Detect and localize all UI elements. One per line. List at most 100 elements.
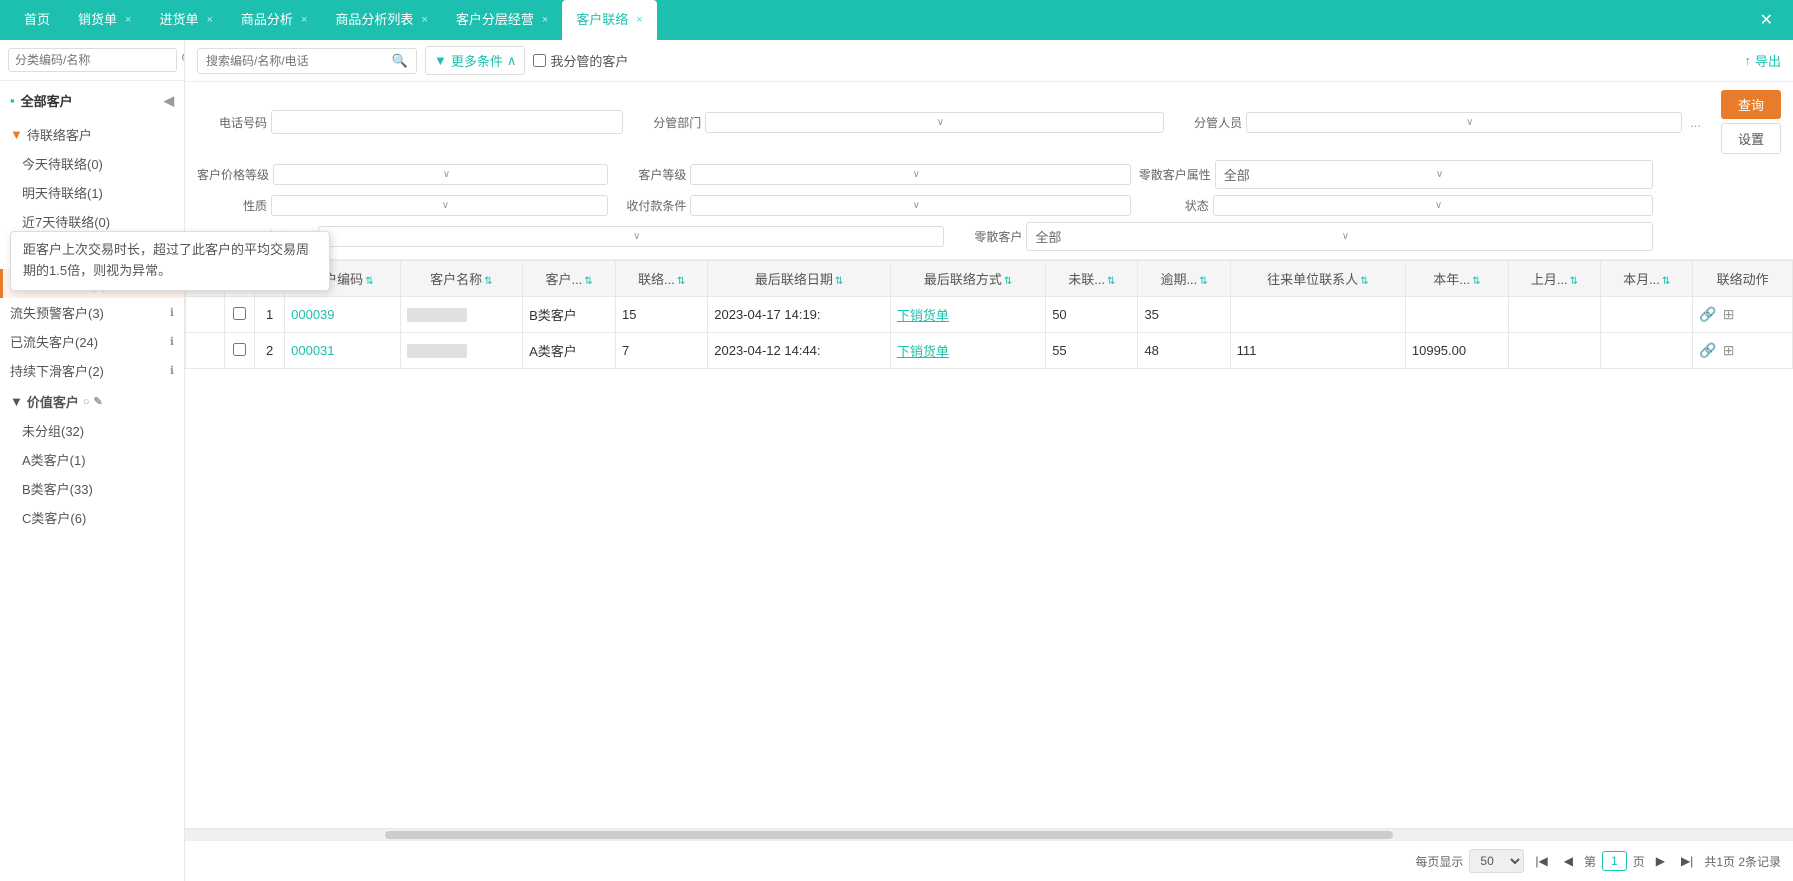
branch-dept-select[interactable]: ∨ <box>705 112 1164 133</box>
sidebar-item-already-lost[interactable]: 已流失客户(24) ℹ <box>0 327 184 356</box>
th-this-month[interactable]: 本月...⇅ <box>1601 261 1693 297</box>
td-row1-code[interactable]: 000039 <box>285 297 400 333</box>
table-header-row: ⚙ # 客户编码⇅ 客户名称⇅ 客户...⇅ 联络...⇅ 最后联络日期⇅ 最后… <box>186 261 1793 297</box>
value-customers-arrow: ▼ <box>10 394 23 409</box>
customer-level-chevron: ∨ <box>913 169 1122 180</box>
nav-customer-tiered[interactable]: 客户分层经营 × <box>442 0 562 40</box>
sort-company-icon: ⇅ <box>1360 276 1368 287</box>
th-last-contact-method[interactable]: 最后联络方式⇅ <box>890 261 1045 297</box>
close-customer-tiered-icon[interactable]: × <box>542 0 548 40</box>
close-customer-contact-icon[interactable]: × <box>636 0 642 40</box>
nav-sales-order[interactable]: 销货单 × <box>64 0 145 40</box>
sidebar-item-class-c[interactable]: C类客户(6) <box>0 503 184 532</box>
sidebar-item-today[interactable]: 今天待联络(0) <box>0 149 184 178</box>
value-customers-edit-icon[interactable]: ✎ <box>94 395 103 408</box>
nav-home[interactable]: 首页 <box>10 0 64 40</box>
per-page-select[interactable]: 50 100 200 <box>1469 849 1524 873</box>
customer-table: ⚙ # 客户编码⇅ 客户名称⇅ 客户...⇅ 联络...⇅ 最后联络日期⇅ 最后… <box>185 260 1793 369</box>
close-product-analysis-icon[interactable]: × <box>301 0 307 40</box>
customer-level-select[interactable]: ∨ <box>690 164 1130 185</box>
td-row1-this-month <box>1601 297 1693 333</box>
customer-price-select[interactable]: ∨ <box>273 164 608 185</box>
close-sales-order-icon[interactable]: × <box>125 0 131 40</box>
td-row2-code[interactable]: 000031 <box>285 333 400 369</box>
sidebar-item-unclassified[interactable]: 未分组(32) <box>0 416 184 445</box>
branch-person-chevron: ∨ <box>1466 117 1673 128</box>
search-icon[interactable]: 🔍 <box>392 53 408 69</box>
value-customers-group-title[interactable]: ▼ 价值客户 ○ ✎ <box>0 387 184 416</box>
phone-input[interactable] <box>271 110 623 134</box>
nav-purchase-order[interactable]: 进货单 × <box>145 0 226 40</box>
retail-customer-select[interactable]: 全部 ∨ <box>1026 222 1653 251</box>
branch-dept-field: 分管部门 ∨ <box>631 112 1164 133</box>
th-overdue[interactable]: 逾期...⇅ <box>1138 261 1230 297</box>
row2-link-icon[interactable]: 🔗 <box>1699 342 1716 359</box>
td-row1-last-method[interactable]: 下销货单 <box>890 297 1045 333</box>
close-purchase-order-icon[interactable]: × <box>206 0 212 40</box>
payment-select[interactable]: ∨ <box>690 195 1130 216</box>
my-customers-checkbox-label[interactable]: 我分管的客户 <box>533 51 628 70</box>
total-records: 共1页 2条记录 <box>1704 853 1781 870</box>
td-row2-actions: 🔗 ⊞ <box>1693 333 1793 369</box>
first-page-button[interactable]: |◀ <box>1530 852 1552 870</box>
th-customer-type[interactable]: 客户...⇅ <box>523 261 616 297</box>
horizontal-scrollbar[interactable] <box>185 828 1793 840</box>
customer-type-select[interactable]: ∨ <box>318 226 945 247</box>
scrollbar-thumb[interactable] <box>385 831 1393 839</box>
prev-page-button[interactable]: ◀ <box>1559 852 1578 870</box>
retail-attr-select[interactable]: 全部 ∨ <box>1215 160 1653 189</box>
nav-product-analysis[interactable]: 商品分析 × <box>227 0 321 40</box>
gender-select[interactable]: ∨ <box>271 195 608 216</box>
th-last-contact-date[interactable]: 最后联络日期⇅ <box>708 261 891 297</box>
sort-name-icon: ⇅ <box>484 276 492 287</box>
td-row1-checkbox[interactable] <box>225 297 255 333</box>
settings-button[interactable]: 设置 <box>1721 123 1781 154</box>
next-page-button[interactable]: ▶ <box>1651 852 1670 870</box>
td-row2-last-date: 2023-04-12 14:44: <box>708 333 891 369</box>
sidebar-item-tomorrow[interactable]: 明天待联络(1) <box>0 178 184 207</box>
window-close-button[interactable]: ✕ <box>1750 10 1783 30</box>
sort-type-icon: ⇅ <box>584 276 592 287</box>
close-product-analysis-list-icon[interactable]: × <box>421 0 427 40</box>
sidebar-item-holding-down[interactable]: 持续下滑客户(2) ℹ <box>0 356 184 385</box>
row1-link-icon[interactable]: 🔗 <box>1699 306 1716 323</box>
td-row2-checkbox[interactable] <box>225 333 255 369</box>
th-uncontacted[interactable]: 未联...⇅ <box>1046 261 1138 297</box>
row2-checkbox[interactable] <box>233 343 246 356</box>
th-this-year[interactable]: 本年...⇅ <box>1405 261 1508 297</box>
my-customers-checkbox[interactable] <box>533 54 546 67</box>
nav-customer-contact[interactable]: 客户联络 × <box>562 0 656 40</box>
current-page-display: 1 <box>1602 851 1627 871</box>
more-conditions-button[interactable]: ▼ 更多条件 ∧ <box>425 46 525 75</box>
th-last-month[interactable]: 上月...⇅ <box>1508 261 1600 297</box>
search-input[interactable] <box>206 54 388 68</box>
status-select[interactable]: ∨ <box>1213 195 1653 216</box>
content-area: 🔍 ▼ 更多条件 ∧ 我分管的客户 ↑ 导出 电话号码 <box>185 40 1793 881</box>
row1-checkbox[interactable] <box>233 307 246 320</box>
td-row1-last-month <box>1508 297 1600 333</box>
pending-contact-group-title[interactable]: ▼ 待联络客户 <box>0 120 184 149</box>
all-customers-collapse-icon[interactable]: ◀ <box>164 93 174 109</box>
sidebar-item-lost-warning[interactable]: 流失预警客户(3) ℹ <box>0 298 184 327</box>
branch-person-field: 分管人员 ∨ ... <box>1172 112 1705 133</box>
all-customers-header[interactable]: ▪ 全部客户 ◀ <box>0 85 184 116</box>
sidebar-item-class-a[interactable]: A类客户(1) <box>0 445 184 474</box>
branch-person-select[interactable]: ∨ <box>1246 112 1682 133</box>
td-row2-last-method[interactable]: 下销货单 <box>890 333 1045 369</box>
nav-product-analysis-list[interactable]: 商品分析列表 × <box>321 0 441 40</box>
row2-grid-icon[interactable]: ⊞ <box>1723 342 1735 359</box>
sort-lmonth-icon: ⇅ <box>1570 276 1578 287</box>
branch-person-more-icon[interactable]: ... <box>1686 115 1705 130</box>
sidebar-item-class-b[interactable]: B类客户(33) <box>0 474 184 503</box>
th-name[interactable]: 客户名称⇅ <box>400 261 523 297</box>
sidebar-search-input[interactable] <box>8 48 177 72</box>
th-contact-count[interactable]: 联络...⇅ <box>616 261 708 297</box>
row1-grid-icon[interactable]: ⊞ <box>1723 306 1735 323</box>
sort-date-icon: ⇅ <box>835 276 843 287</box>
value-customers-circle-icon[interactable]: ○ <box>83 396 90 408</box>
th-company-contact[interactable]: 往来单位联系人⇅ <box>1230 261 1405 297</box>
last-page-button[interactable]: ▶| <box>1676 852 1698 870</box>
query-button[interactable]: 查询 <box>1721 90 1781 119</box>
filter-bar: 🔍 ▼ 更多条件 ∧ 我分管的客户 ↑ 导出 <box>185 40 1793 82</box>
export-button[interactable]: ↑ 导出 <box>1744 51 1781 70</box>
